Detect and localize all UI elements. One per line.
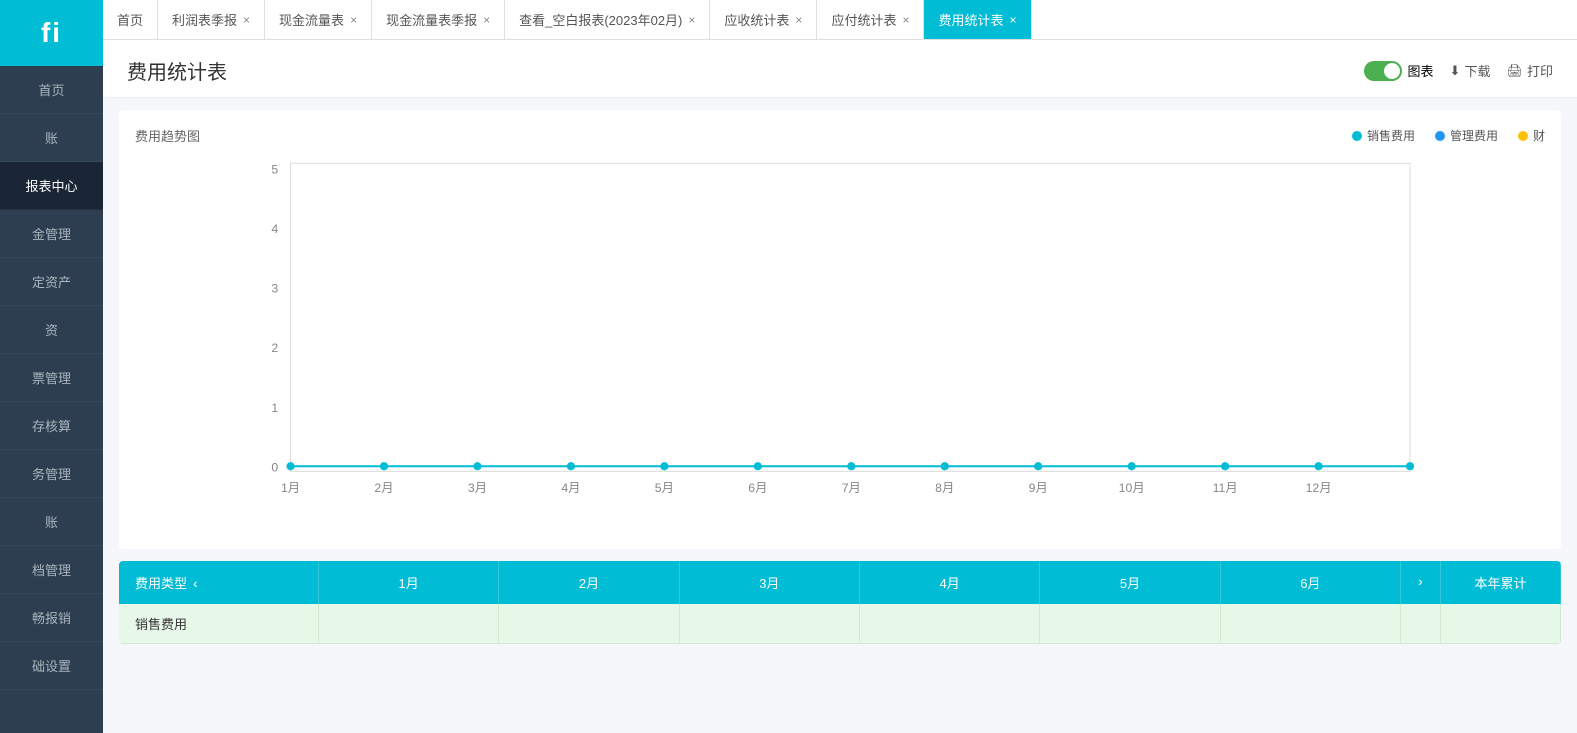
- close-tab-profit-quarterly[interactable]: ×: [243, 13, 250, 27]
- sidebar-item-account[interactable]: 账: [0, 114, 103, 162]
- header-m5: 5月: [1040, 561, 1220, 604]
- sidebar-item-service[interactable]: 务管理: [0, 450, 103, 498]
- header-total: 本年累计: [1441, 561, 1561, 604]
- sidebar-item-home[interactable]: 首页: [0, 66, 103, 114]
- legend-label-sales: 销售费用: [1367, 127, 1415, 144]
- svg-text:2: 2: [271, 341, 278, 355]
- table-header-row: 费用类型 ‹ 1月 2月 3月 4月 5月 6月 › 本年累计: [119, 561, 1561, 604]
- chart-header: 费用趋势图 销售费用 管理费用 财: [135, 126, 1545, 145]
- cell-nav-placeholder: [1401, 604, 1441, 643]
- header-m3: 3月: [680, 561, 860, 604]
- sidebar-item-expense[interactable]: 畅报销: [0, 594, 103, 642]
- tab-blank-report[interactable]: 查看_空白报表(2023年02月) ×: [505, 0, 710, 40]
- print-button[interactable]: 🖨 打印: [1506, 61, 1553, 80]
- sidebar-item-ledger[interactable]: 账: [0, 498, 103, 546]
- svg-text:9月: 9月: [1029, 481, 1048, 495]
- print-icon: 🖨: [1506, 63, 1523, 79]
- sidebar-logo: fi: [0, 0, 103, 66]
- svg-text:1: 1: [271, 401, 278, 415]
- cell-m2: [499, 604, 679, 643]
- cell-m4: [860, 604, 1040, 643]
- svg-text:4: 4: [271, 222, 278, 236]
- legend-item-admin: 管理费用: [1435, 127, 1498, 144]
- table-row: 销售费用: [119, 604, 1561, 644]
- next-month-cell: ›: [1401, 561, 1441, 604]
- tab-receivable[interactable]: 应收统计表 ×: [710, 0, 817, 40]
- page-title: 费用统计表: [127, 56, 227, 85]
- close-tab-cashflow[interactable]: ×: [350, 13, 357, 27]
- svg-text:10月: 10月: [1119, 481, 1145, 495]
- sidebar: fi 首页 账 报表中心 金管理 定资产 资 票管理 存核算 务管理 账 档管理…: [0, 0, 103, 733]
- close-tab-cashflow-quarterly[interactable]: ×: [483, 13, 490, 27]
- legend-dot-sales: [1352, 131, 1362, 141]
- prev-month-button[interactable]: ‹: [193, 575, 198, 591]
- header-m2: 2月: [499, 561, 679, 604]
- chart-toggle-wrap: 图表: [1364, 61, 1434, 81]
- next-month-button[interactable]: ›: [1418, 573, 1423, 589]
- svg-text:0: 0: [271, 460, 278, 474]
- sidebar-item-assets[interactable]: 定资产: [0, 258, 103, 306]
- cell-type: 销售费用: [119, 604, 319, 643]
- chart-title: 费用趋势图: [135, 126, 200, 145]
- sidebar-item-inventory[interactable]: 存核算: [0, 402, 103, 450]
- sidebar-item-archive[interactable]: 档管理: [0, 546, 103, 594]
- close-tab-blank-report[interactable]: ×: [688, 13, 695, 27]
- expense-table-section: 费用类型 ‹ 1月 2月 3月 4月 5月 6月 › 本年累计 销售费用: [119, 561, 1561, 644]
- tab-payable[interactable]: 应付统计表 ×: [817, 0, 924, 40]
- chart-legend: 销售费用 管理费用 财: [1352, 127, 1545, 144]
- legend-label-admin: 管理费用: [1450, 127, 1498, 144]
- sidebar-item-invoice[interactable]: 票管理: [0, 354, 103, 402]
- legend-label-finance: 财: [1533, 127, 1545, 144]
- svg-text:2月: 2月: [374, 481, 393, 495]
- cell-m1: [319, 604, 499, 643]
- cell-total: [1441, 604, 1561, 643]
- svg-text:3月: 3月: [468, 481, 487, 495]
- legend-item-finance: 财: [1518, 127, 1545, 144]
- sidebar-item-reports[interactable]: 报表中心: [0, 162, 103, 210]
- download-icon: ⬇: [1450, 63, 1461, 79]
- svg-text:3: 3: [271, 282, 278, 296]
- chart-toggle[interactable]: [1364, 61, 1402, 81]
- header-m1: 1月: [319, 561, 499, 604]
- sidebar-item-cash[interactable]: 金管理: [0, 210, 103, 258]
- tab-cashflow[interactable]: 现金流量表 ×: [265, 0, 372, 40]
- header-type-label: 费用类型: [135, 573, 187, 592]
- download-button[interactable]: ⬇ 下载: [1450, 61, 1491, 80]
- close-tab-expense-stat[interactable]: ×: [1009, 13, 1016, 27]
- close-tab-receivable[interactable]: ×: [795, 13, 802, 27]
- cell-m6: [1221, 604, 1401, 643]
- header-type: 费用类型 ‹: [119, 561, 319, 604]
- svg-text:5: 5: [271, 163, 278, 177]
- close-tab-payable[interactable]: ×: [902, 13, 909, 27]
- svg-text:6月: 6月: [748, 481, 767, 495]
- header-m6: 6月: [1221, 561, 1401, 604]
- chart-toggle-label: 图表: [1408, 61, 1434, 80]
- legend-dot-admin: [1435, 131, 1445, 141]
- tab-profit-quarterly[interactable]: 利润表季报 ×: [158, 0, 265, 40]
- chart-container: 5 4 3 2 1 0: [135, 153, 1545, 533]
- sidebar-item-settings[interactable]: 础设置: [0, 642, 103, 690]
- legend-dot-finance: [1518, 131, 1528, 141]
- tab-bar: 首页 利润表季报 × 现金流量表 × 现金流量表季报 × 查看_空白报表(202…: [103, 0, 1577, 40]
- svg-text:8月: 8月: [935, 481, 954, 495]
- svg-text:11月: 11月: [1213, 481, 1238, 495]
- svg-text:1月: 1月: [281, 481, 300, 495]
- svg-text:4月: 4月: [561, 481, 580, 495]
- cell-m5: [1040, 604, 1220, 643]
- content-area: 费用统计表 图表 ⬇ 下载 🖨 打印 费用趋势图: [103, 40, 1577, 733]
- cell-m3: [680, 604, 860, 643]
- tab-cashflow-quarterly[interactable]: 现金流量表季报 ×: [372, 0, 505, 40]
- legend-item-sales: 销售费用: [1352, 127, 1415, 144]
- header-actions: 图表 ⬇ 下载 🖨 打印: [1364, 61, 1553, 81]
- tab-expense-stat[interactable]: 费用统计表 ×: [924, 0, 1031, 40]
- sidebar-item-investment[interactable]: 资: [0, 306, 103, 354]
- svg-text:12月: 12月: [1306, 481, 1332, 495]
- main-area: 首页 利润表季报 × 现金流量表 × 现金流量表季报 × 查看_空白报表(202…: [103, 0, 1577, 733]
- page-header: 费用统计表 图表 ⬇ 下载 🖨 打印: [103, 40, 1577, 98]
- svg-text:7月: 7月: [842, 481, 861, 495]
- tab-home[interactable]: 首页: [103, 0, 158, 40]
- header-m4: 4月: [860, 561, 1040, 604]
- chart-section: 费用趋势图 销售费用 管理费用 财: [119, 110, 1561, 549]
- svg-text:5月: 5月: [655, 481, 674, 495]
